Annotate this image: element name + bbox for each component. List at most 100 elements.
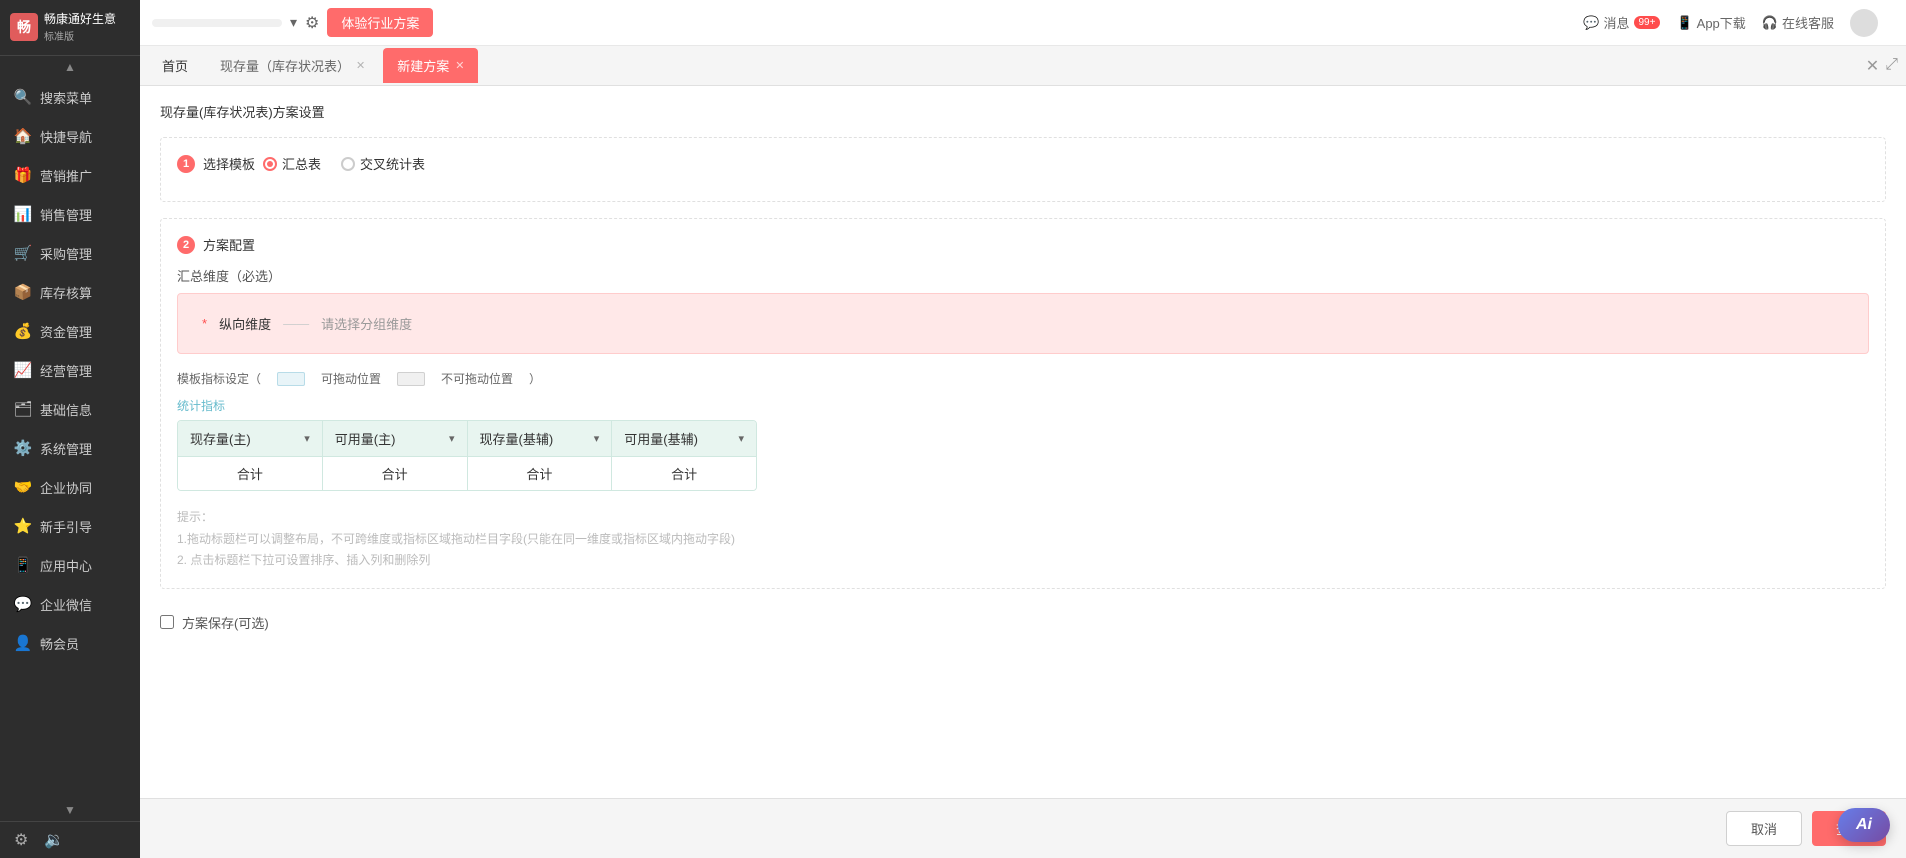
stat-table-header: 现存量(主) ▾ 可用量(主) ▾ 现存量(基辅) ▾ bbox=[178, 421, 756, 456]
tab-collapse-icon[interactable]: ✕ bbox=[1866, 56, 1879, 76]
tab-new-plan-close[interactable]: ✕ bbox=[455, 59, 464, 72]
tab-home[interactable]: 首页 bbox=[148, 48, 202, 83]
tab-inventory-close[interactable]: ✕ bbox=[356, 59, 365, 72]
sidebar-item-basic[interactable]: 🗂 基础信息 bbox=[0, 390, 140, 429]
topbar-gear-icon[interactable]: ⚙ bbox=[305, 13, 319, 33]
fixed-legend-label: 不可拖动位置 bbox=[441, 370, 513, 387]
col-header-0[interactable]: 现存量(主) ▾ bbox=[178, 421, 323, 456]
phone-icon: 📱 bbox=[14, 556, 32, 574]
sidebar-item-inventory[interactable]: 📦 库存核算 bbox=[0, 273, 140, 312]
col-chevron-2[interactable]: ▾ bbox=[594, 432, 600, 445]
operation-icon: 📈 bbox=[14, 361, 32, 379]
sidebar-finance-label: 资金管理 bbox=[40, 322, 92, 341]
user-avatar[interactable] bbox=[1850, 9, 1878, 37]
indicator-legend: 模板指标设定（ 可拖动位置 不可拖动位置 ） bbox=[177, 370, 1869, 387]
sidebar-item-guide[interactable]: ⭐ 新手引导 bbox=[0, 507, 140, 546]
col-label-2: 现存量(基辅) bbox=[480, 429, 554, 448]
cancel-button[interactable]: 取消 bbox=[1726, 811, 1802, 846]
col-label-0: 现存量(主) bbox=[190, 429, 251, 448]
sidebar-scroll-down[interactable]: ▼ bbox=[0, 799, 140, 821]
footer-buttons: 取消 查询 bbox=[140, 798, 1906, 858]
stat-cell-3: 合计 bbox=[612, 457, 756, 490]
chart-icon: 📊 bbox=[14, 205, 32, 223]
topbar-dropdown-arrow[interactable]: ▾ bbox=[290, 14, 297, 31]
sidebar-item-search[interactable]: 🔍 搜索菜单 bbox=[0, 78, 140, 117]
template-radio-group: 汇总表 交叉统计表 bbox=[263, 154, 425, 173]
radio-summary-label: 汇总表 bbox=[282, 154, 321, 173]
page-title: 现存量(库存状况表)方案设置 bbox=[160, 102, 1886, 121]
sidebar-nav: 🔍 搜索菜单 🏠 快捷导航 🎁 营销推广 📊 销售管理 🛒 采购管理 📦 库存核… bbox=[0, 78, 140, 799]
sidebar-item-wechat[interactable]: 💬 企业微信 bbox=[0, 585, 140, 624]
sidebar-sales-label: 销售管理 bbox=[40, 205, 92, 224]
sound-icon[interactable]: 🔉 bbox=[44, 830, 64, 850]
col-header-1[interactable]: 可用量(主) ▾ bbox=[323, 421, 468, 456]
sidebar-item-member[interactable]: 👤 畅会员 bbox=[0, 624, 140, 663]
online-service-button[interactable]: 🎧 在线客服 bbox=[1762, 13, 1834, 32]
sidebar-item-purchase[interactable]: 🛒 采购管理 bbox=[0, 234, 140, 273]
trial-industry-button[interactable]: 体验行业方案 bbox=[327, 8, 433, 37]
indicator-label-prefix: 模板指标设定（ bbox=[177, 370, 261, 387]
indicator-settings: 模板指标设定（ 可拖动位置 不可拖动位置 ） 统计指标 现存量(主) ▾ bbox=[177, 370, 1869, 491]
message-icon: 💬 bbox=[1583, 15, 1599, 31]
handshake-icon: 🤝 bbox=[14, 478, 32, 496]
sidebar-item-marketing[interactable]: 🎁 营销推广 bbox=[0, 156, 140, 195]
gift-icon: 🎁 bbox=[14, 166, 32, 184]
tab-new-plan[interactable]: 新建方案 ✕ bbox=[383, 48, 478, 83]
tab-expand-icon[interactable]: ⤢ bbox=[1885, 56, 1898, 76]
money-icon: 💰 bbox=[14, 322, 32, 340]
service-label: 在线客服 bbox=[1782, 13, 1834, 32]
sidebar-footer: ⚙ 🔉 bbox=[0, 821, 140, 858]
settings-icon[interactable]: ⚙ bbox=[14, 830, 28, 850]
app-download-label: App下载 bbox=[1697, 13, 1746, 32]
sidebar-item-apps[interactable]: 📱 应用中心 bbox=[0, 546, 140, 585]
message-badge: 99+ bbox=[1634, 16, 1661, 29]
search-icon: 🔍 bbox=[14, 88, 32, 106]
col-header-3[interactable]: 可用量(基辅) ▾ bbox=[612, 421, 756, 456]
topbar: ▾ ⚙ 体验行业方案 💬 消息 99+ 📱 App下载 🎧 在线客服 bbox=[140, 0, 1906, 46]
app-download-button[interactable]: 📱 App下载 bbox=[1676, 13, 1745, 32]
sidebar-item-operation[interactable]: 📈 经营管理 bbox=[0, 351, 140, 390]
save-checkbox[interactable] bbox=[160, 615, 174, 629]
sidebar-basic-label: 基础信息 bbox=[40, 400, 92, 419]
sidebar-item-system[interactable]: ⚙️ 系统管理 bbox=[0, 429, 140, 468]
dim-placeholder: 请选择分组维度 bbox=[321, 314, 412, 333]
col-chevron-3[interactable]: ▾ bbox=[738, 432, 744, 445]
required-mark: * bbox=[202, 316, 207, 331]
sidebar-item-contract[interactable]: 🤝 企业协同 bbox=[0, 468, 140, 507]
col-label-3: 可用量(基辅) bbox=[624, 429, 698, 448]
radio-cross[interactable]: 交叉统计表 bbox=[341, 154, 425, 173]
ai-fab-button[interactable]: Ai bbox=[1838, 808, 1890, 842]
content-wrapper: 现存量(库存状况表)方案设置 1 选择模板 汇总表 交叉统计表 bbox=[140, 86, 1906, 858]
step2-header: 2 方案配置 bbox=[177, 235, 1869, 254]
col-header-2[interactable]: 现存量(基辅) ▾ bbox=[468, 421, 613, 456]
app-download-icon: 📱 bbox=[1676, 15, 1692, 31]
sidebar-wechat-label: 企业微信 bbox=[40, 595, 92, 614]
content-area: 现存量(库存状况表)方案设置 1 选择模板 汇总表 交叉统计表 bbox=[140, 86, 1906, 798]
sidebar-system-label: 系统管理 bbox=[40, 439, 92, 458]
sidebar-item-finance[interactable]: 💰 资金管理 bbox=[0, 312, 140, 351]
col-chevron-0[interactable]: ▾ bbox=[304, 432, 310, 445]
sidebar-item-shortcut[interactable]: 🏠 快捷导航 bbox=[0, 117, 140, 156]
message-button[interactable]: 💬 消息 99+ bbox=[1583, 13, 1660, 32]
sidebar-operation-label: 经营管理 bbox=[40, 361, 92, 380]
tab-inventory-status[interactable]: 现存量（库存状况表） ✕ bbox=[206, 48, 379, 83]
sidebar-item-sales[interactable]: 📊 销售管理 bbox=[0, 195, 140, 234]
sidebar-search-label: 搜索菜单 bbox=[40, 88, 92, 107]
topbar-right: 💬 消息 99+ 📱 App下载 🎧 在线客服 bbox=[1583, 9, 1894, 37]
app-edition: 标准版 bbox=[44, 28, 116, 43]
tab-home-label: 首页 bbox=[162, 56, 188, 75]
dimension-box[interactable]: * 纵向维度 —— 请选择分组维度 bbox=[177, 293, 1869, 354]
logo-icon: 畅 bbox=[10, 13, 38, 41]
sidebar-scroll-up[interactable]: ▲ bbox=[0, 56, 140, 78]
radio-summary[interactable]: 汇总表 bbox=[263, 154, 321, 173]
sidebar-contract-label: 企业协同 bbox=[40, 478, 92, 497]
box-icon: 📦 bbox=[14, 283, 32, 301]
sidebar: 畅 畅康通好生意 标准版 ▲ 🔍 搜索菜单 🏠 快捷导航 🎁 营销推广 📊 销售… bbox=[0, 0, 140, 858]
sidebar-apps-label: 应用中心 bbox=[40, 556, 92, 575]
app-logo: 畅 畅康通好生意 标准版 bbox=[0, 0, 140, 56]
col-chevron-1[interactable]: ▾ bbox=[449, 432, 455, 445]
step1-title: 选择模板 bbox=[203, 154, 255, 173]
home-icon: 🏠 bbox=[14, 127, 32, 145]
step1-header: 1 选择模板 汇总表 交叉统计表 bbox=[177, 154, 1869, 173]
main-area: ▾ ⚙ 体验行业方案 💬 消息 99+ 📱 App下载 🎧 在线客服 首页 bbox=[140, 0, 1906, 858]
